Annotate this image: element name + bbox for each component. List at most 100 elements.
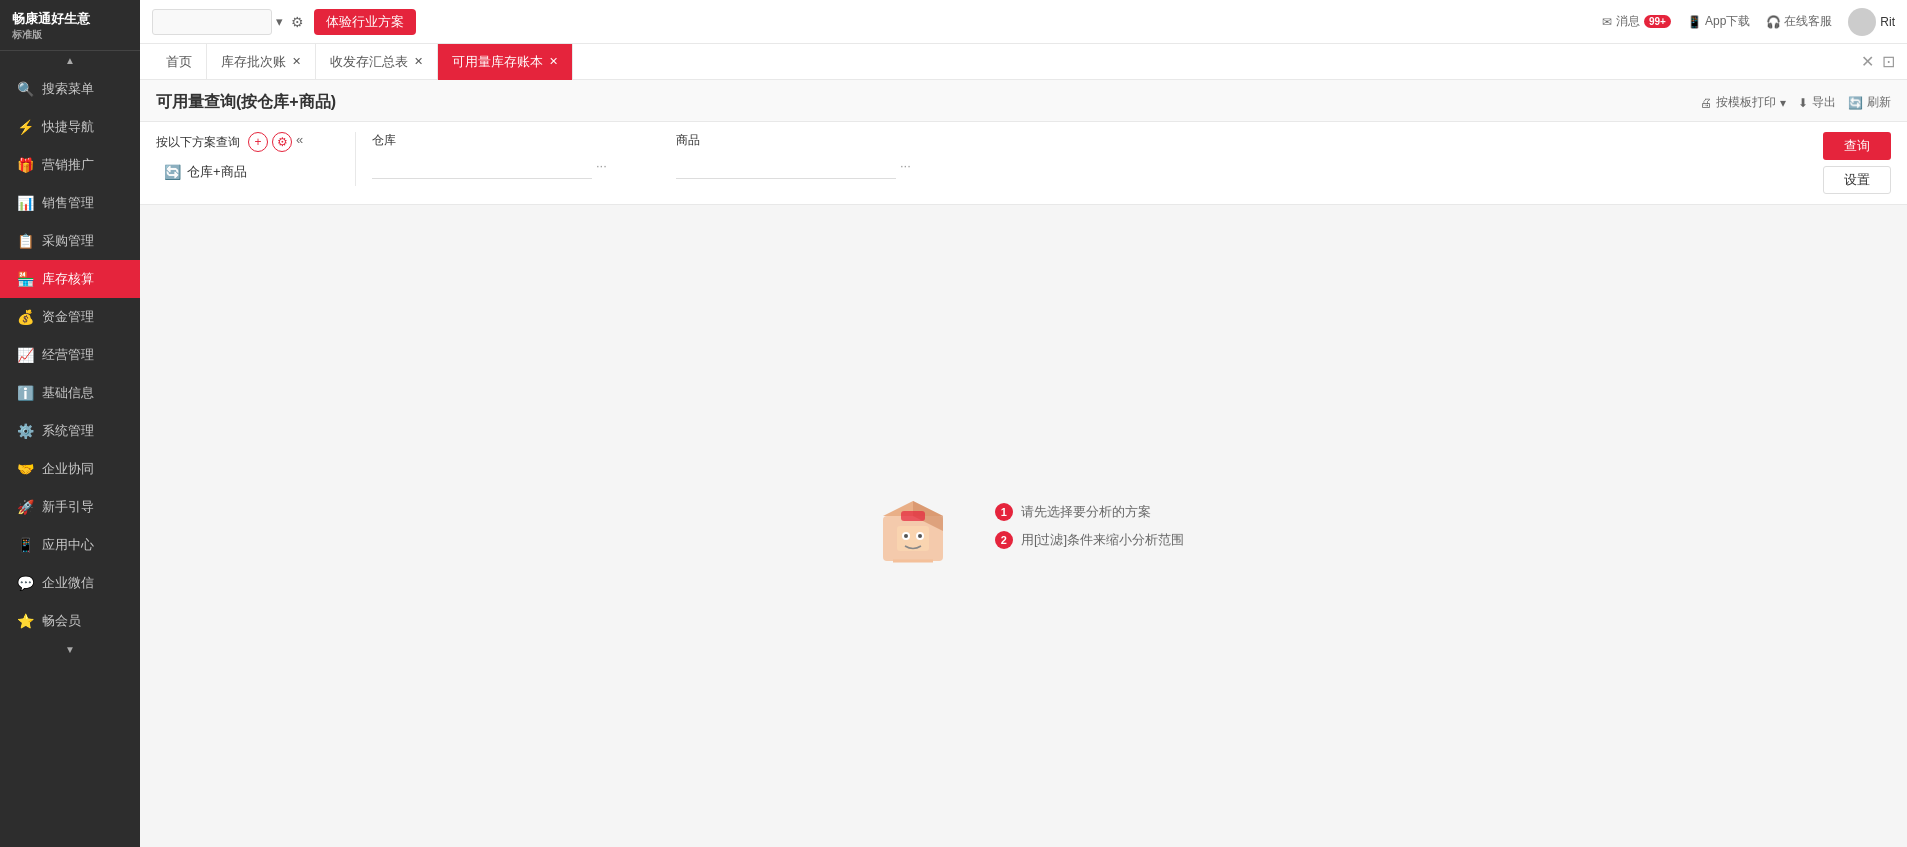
tab-expand-icon[interactable]: ⊡ xyxy=(1882,52,1895,71)
tabbar-controls: ✕ ⊡ xyxy=(1861,52,1895,71)
refresh-button[interactable]: 🔄 刷新 xyxy=(1848,94,1891,111)
message-label: 消息 xyxy=(1616,13,1640,30)
tip-item-2: 2 用[过滤]条件来缩小分析范围 xyxy=(995,531,1184,549)
print-button[interactable]: 🖨 按模板打印 ▾ xyxy=(1700,94,1786,111)
sidebar-item-marketing[interactable]: 🎁 营销推广 xyxy=(0,146,140,184)
sidebar-item-enterprise[interactable]: 🤝 企业协同 xyxy=(0,450,140,488)
sidebar-item-operations[interactable]: 📈 经营管理 xyxy=(0,336,140,374)
tip-text-1: 请先选择要分析的方案 xyxy=(1021,503,1151,521)
warehouse-label: 仓库 xyxy=(372,132,652,149)
refresh-icon: 🔄 xyxy=(1848,96,1863,110)
sidebar-item-label: 企业协同 xyxy=(42,460,94,478)
brand-sub: 标准版 xyxy=(12,28,128,42)
scheme-warehouse-goods[interactable]: 🔄 仓库+商品 xyxy=(156,158,343,186)
tab-close-batch-account[interactable]: ✕ xyxy=(292,55,301,68)
goods-input[interactable] xyxy=(676,151,896,179)
svg-rect-4 xyxy=(897,526,929,551)
sidebar-item-label: 快捷导航 xyxy=(42,118,94,136)
sidebar-item-inventory[interactable]: 🏪 库存核算 xyxy=(0,260,140,298)
tab-close-collection-summary[interactable]: ✕ xyxy=(414,55,423,68)
sidebar-item-purchase[interactable]: 📋 采购管理 xyxy=(0,222,140,260)
tab-close-available-ledger[interactable]: ✕ xyxy=(549,55,558,68)
export-icon: ⬇ xyxy=(1798,96,1808,110)
sidebar-item-basic-info[interactable]: ℹ️ 基础信息 xyxy=(0,374,140,412)
sidebar-item-label: 营销推广 xyxy=(42,156,94,174)
sidebar-item-quick-nav[interactable]: ⚡ 快捷导航 xyxy=(0,108,140,146)
app-download-button[interactable]: 📱 App下载 xyxy=(1687,13,1750,30)
main-area: ▾ ⚙ 体验行业方案 ✉ 消息 99+ 📱 App下载 🎧 在线客服 Rit xyxy=(140,0,1907,847)
sidebar: 畅康通好生意 标准版 ▲ 🔍 搜索菜单 ⚡ 快捷导航 🎁 营销推广 📊 销售管理… xyxy=(0,0,140,847)
page-header: 可用量查询(按仓库+商品) 🖨 按模板打印 ▾ ⬇ 导出 🔄 刷新 xyxy=(140,80,1907,122)
warehouse-input[interactable] xyxy=(372,151,592,179)
topbar: ▾ ⚙ 体验行业方案 ✉ 消息 99+ 📱 App下载 🎧 在线客服 Rit xyxy=(140,0,1907,44)
sidebar-item-finance[interactable]: 💰 资金管理 xyxy=(0,298,140,336)
sidebar-item-member[interactable]: ⭐ 畅会员 xyxy=(0,602,140,640)
system-icon: ⚙️ xyxy=(16,423,34,439)
purchase-icon: 📋 xyxy=(16,233,34,249)
settings-gear-button[interactable]: ⚙ xyxy=(287,10,308,34)
finance-icon: 💰 xyxy=(16,309,34,325)
message-button[interactable]: ✉ 消息 99+ xyxy=(1602,13,1671,30)
collapse-panel-button[interactable]: « xyxy=(296,132,303,152)
page-actions: 🖨 按模板打印 ▾ ⬇ 导出 🔄 刷新 xyxy=(1700,94,1891,111)
scheme-controls: + ⚙ « xyxy=(248,132,303,152)
svg-point-8 xyxy=(918,534,922,538)
sidebar-item-label: 库存核算 xyxy=(42,270,94,288)
svg-point-7 xyxy=(904,534,908,538)
query-button[interactable]: 查询 xyxy=(1823,132,1891,160)
tip-num-1: 1 xyxy=(995,503,1013,521)
add-scheme-button[interactable]: + xyxy=(248,132,268,152)
tab-collection-summary[interactable]: 收发存汇总表 ✕ xyxy=(316,44,438,80)
page-title: 可用量查询(按仓库+商品) xyxy=(156,92,336,113)
message-icon: ✉ xyxy=(1602,15,1612,29)
sidebar-item-label: 系统管理 xyxy=(42,422,94,440)
goods-more-button[interactable]: ··· xyxy=(900,158,911,173)
headset-icon: 🎧 xyxy=(1766,15,1781,29)
sidebar-item-sales[interactable]: 📊 销售管理 xyxy=(0,184,140,222)
sidebar-item-search[interactable]: 🔍 搜索菜单 xyxy=(0,70,140,108)
sidebar-item-system[interactable]: ⚙️ 系统管理 xyxy=(0,412,140,450)
tab-batch-account[interactable]: 库存批次账 ✕ xyxy=(207,44,316,80)
search-icon: 🔍 xyxy=(16,81,34,97)
tab-close-icon[interactable]: ✕ xyxy=(1861,52,1874,71)
topbar-left: ▾ ⚙ 体验行业方案 xyxy=(152,9,1594,35)
filter-fields-panel: 仓库 ··· 商品 ··· xyxy=(356,132,1811,179)
sidebar-scroll-down[interactable]: ▼ xyxy=(0,640,140,659)
industry-solution-button[interactable]: 体验行业方案 xyxy=(314,9,416,35)
sidebar-item-label: 销售管理 xyxy=(42,194,94,212)
brand: 畅康通好生意 标准版 xyxy=(0,0,140,51)
tabbar: 首页 库存批次账 ✕ 收发存汇总表 ✕ 可用量库存账本 ✕ ✕ ⊡ xyxy=(140,44,1907,80)
sidebar-scroll-up[interactable]: ▲ xyxy=(0,51,140,70)
sidebar-item-wechat[interactable]: 💬 企业微信 xyxy=(0,564,140,602)
tab-home[interactable]: 首页 xyxy=(152,44,207,80)
inventory-icon: 🏪 xyxy=(16,271,34,287)
page-content: 可用量查询(按仓库+商品) 🖨 按模板打印 ▾ ⬇ 导出 🔄 刷新 xyxy=(140,80,1907,847)
export-button[interactable]: ⬇ 导出 xyxy=(1798,94,1836,111)
sidebar-item-app-center[interactable]: 📱 应用中心 xyxy=(0,526,140,564)
user-name: Rit xyxy=(1880,15,1895,29)
goods-field: 商品 ··· xyxy=(676,132,956,179)
user-menu-button[interactable]: Rit xyxy=(1848,8,1895,36)
sidebar-item-label: 畅会员 xyxy=(42,612,81,630)
search-area: ▾ ⚙ xyxy=(152,9,308,35)
brand-name: 畅康通好生意 xyxy=(12,10,128,28)
search-button[interactable]: ▾ xyxy=(276,14,283,29)
scheme-settings-button[interactable]: ⚙ xyxy=(272,132,292,152)
tab-available-ledger[interactable]: 可用量库存账本 ✕ xyxy=(438,44,573,80)
search-input[interactable] xyxy=(152,9,272,35)
tip-text-2: 用[过滤]条件来缩小分析范围 xyxy=(1021,531,1184,549)
sidebar-item-label: 新手引导 xyxy=(42,498,94,516)
sidebar-item-label: 企业微信 xyxy=(42,574,94,592)
setting-button[interactable]: 设置 xyxy=(1823,166,1891,194)
basic-info-icon: ℹ️ xyxy=(16,385,34,401)
filter-schemes-panel: 按以下方案查询 + ⚙ « 🔄 仓库+商品 xyxy=(156,132,356,186)
sidebar-item-onboarding[interactable]: 🚀 新手引导 xyxy=(0,488,140,526)
sidebar-item-label: 搜索菜单 xyxy=(42,80,94,98)
online-service-button[interactable]: 🎧 在线客服 xyxy=(1766,13,1832,30)
empty-state-inner: 1 请先选择要分析的方案 2 用[过滤]条件来缩小分析范围 xyxy=(863,476,1184,576)
empty-state: 1 请先选择要分析的方案 2 用[过滤]条件来缩小分析范围 xyxy=(140,205,1907,847)
svg-rect-3 xyxy=(901,511,925,521)
print-icon: 🖨 xyxy=(1700,96,1712,110)
sidebar-item-label: 采购管理 xyxy=(42,232,94,250)
warehouse-more-button[interactable]: ··· xyxy=(596,158,607,173)
